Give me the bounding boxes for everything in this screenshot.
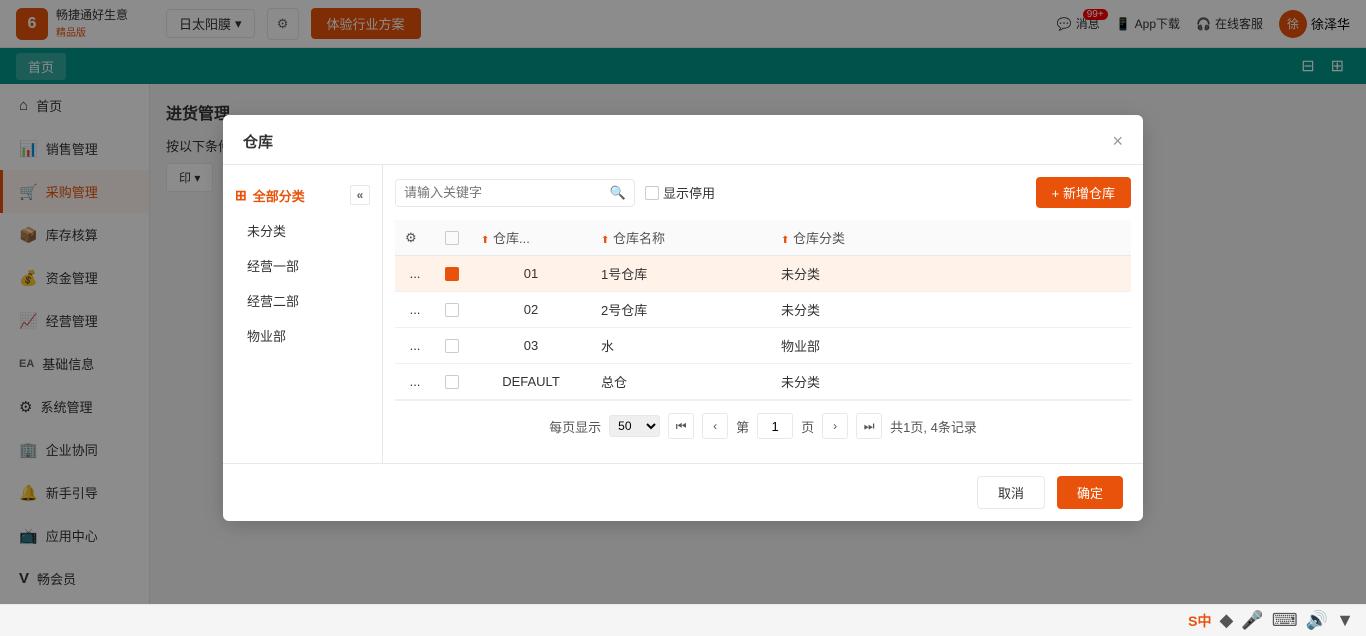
col-category-sort-icon: ⬆ [781, 235, 789, 246]
row-checkbox[interactable] [445, 339, 459, 353]
col-checkbox [435, 220, 471, 256]
row-name: 水 [591, 328, 771, 364]
table-row[interactable]: ... DEFAULT 总仓 未分类 [395, 364, 1131, 400]
row-gear-cell[interactable]: ... [395, 292, 435, 328]
col-code[interactable]: ⬆ 仓库... [471, 220, 591, 256]
search-icon[interactable]: 🔍 [602, 180, 634, 206]
status-s-icon[interactable]: S中 [1188, 611, 1211, 631]
row-name: 总仓 [591, 364, 771, 400]
status-diamond-icon[interactable]: ◆ [1220, 610, 1234, 631]
table-area: 🔍 显示停用 + 新增仓库 ⚙ [383, 165, 1143, 463]
category-property[interactable]: 物业部 [223, 318, 382, 353]
col-name-sort-icon: ⬆ [601, 235, 609, 246]
page-size-select[interactable]: 50 20 100 [609, 415, 660, 437]
category-ops1[interactable]: 经营一部 [223, 248, 382, 283]
row-category: 物业部 [771, 328, 1131, 364]
cancel-button[interactable]: 取消 [977, 476, 1045, 509]
row-code: DEFAULT [471, 364, 591, 400]
row-name: 1号仓库 [591, 256, 771, 292]
select-all-checkbox[interactable] [445, 231, 459, 245]
table-row[interactable]: ... 02 2号仓库 未分类 [395, 292, 1131, 328]
row-code: 03 [471, 328, 591, 364]
table-header-row: ⚙ ⬆ 仓库... ⬆ [395, 220, 1131, 256]
show-disabled-checkbox[interactable] [645, 186, 659, 200]
show-disabled-text: 显示停用 [663, 183, 715, 202]
modal-body: ⊞ 全部分类 « 未分类 经营一部 经营二部 物业部 [223, 165, 1143, 463]
modal-footer: 取消 确定 [223, 463, 1143, 521]
page-label: 第 [736, 417, 749, 436]
row-checkbox-cell[interactable] [435, 364, 471, 400]
warehouse-modal: 仓库 × ⊞ 全部分类 « 未分类 经营一部 经营二部 [223, 115, 1143, 521]
prev-page-button[interactable]: ‹ [702, 413, 728, 439]
collapse-button[interactable]: « [350, 185, 370, 205]
row-category: 未分类 [771, 292, 1131, 328]
search-wrap: 🔍 [395, 179, 635, 207]
category-ops2[interactable]: 经营二部 [223, 283, 382, 318]
category-unclassified[interactable]: 未分类 [223, 213, 382, 248]
modal-close-button[interactable]: × [1112, 131, 1123, 152]
grid-icon: ⊞ [235, 187, 247, 204]
row-checkbox[interactable] [445, 267, 459, 281]
gear-col-icon: ⚙ [405, 230, 417, 245]
page-suffix: 页 [801, 417, 814, 436]
table-row[interactable]: ... 01 1号仓库 未分类 [395, 256, 1131, 292]
next-page-button[interactable]: › [822, 413, 848, 439]
first-page-button[interactable]: ⏮ [668, 413, 694, 439]
table-toolbar: 🔍 显示停用 + 新增仓库 [395, 177, 1131, 208]
all-categories-item[interactable]: ⊞ 全部分类 « [223, 177, 382, 213]
row-checkbox-cell[interactable] [435, 328, 471, 364]
add-warehouse-button[interactable]: + 新增仓库 [1036, 177, 1131, 208]
row-name: 2号仓库 [591, 292, 771, 328]
status-mic-icon[interactable]: 🎤 [1241, 610, 1263, 631]
col-category-label: 仓库分类 [793, 231, 845, 246]
total-info: 共1页, 4条记录 [890, 417, 977, 436]
col-gear: ⚙ [395, 220, 435, 256]
col-name[interactable]: ⬆ 仓库名称 [591, 220, 771, 256]
search-input[interactable] [396, 180, 602, 205]
col-name-label: 仓库名称 [613, 231, 665, 246]
page-size-label: 每页显示 [549, 417, 601, 436]
modal-header: 仓库 × [223, 115, 1143, 165]
row-checkbox-cell[interactable] [435, 292, 471, 328]
table-row[interactable]: ... 03 水 物业部 [395, 328, 1131, 364]
row-category: 未分类 [771, 364, 1131, 400]
col-category[interactable]: ⬆ 仓库分类 [771, 220, 1131, 256]
row-gear-cell[interactable]: ... [395, 256, 435, 292]
row-code: 01 [471, 256, 591, 292]
category-sidebar: ⊞ 全部分类 « 未分类 经营一部 经营二部 物业部 [223, 165, 383, 463]
row-checkbox[interactable] [445, 375, 459, 389]
row-code: 02 [471, 292, 591, 328]
pagination: 每页显示 50 20 100 ⏮ ‹ 第 页 › ⏭ 共1页, 4条记录 [395, 400, 1131, 451]
page-number-input[interactable] [757, 413, 793, 439]
warehouse-table: ⚙ ⬆ 仓库... ⬆ [395, 220, 1131, 400]
row-checkbox-cell[interactable] [435, 256, 471, 292]
table-body: ... 01 1号仓库 未分类 ... 02 2号仓库 未分类 ... 03 水… [395, 256, 1131, 400]
status-chevron-icon[interactable]: ▼ [1336, 610, 1354, 631]
status-keyboard-icon[interactable]: ⌨ [1272, 610, 1298, 631]
row-category: 未分类 [771, 256, 1131, 292]
modal-overlay: 仓库 × ⊞ 全部分类 « 未分类 经营一部 经营二部 [0, 0, 1366, 636]
row-checkbox[interactable] [445, 303, 459, 317]
col-code-sort-icon: ⬆ [481, 235, 489, 246]
row-gear-cell[interactable]: ... [395, 364, 435, 400]
last-page-button[interactable]: ⏭ [856, 413, 882, 439]
confirm-button[interactable]: 确定 [1057, 476, 1123, 509]
col-code-label: 仓库... [493, 231, 530, 246]
status-bar: S中 ◆ 🎤 ⌨ 🔊 ▼ [0, 604, 1366, 636]
all-categories-label: 全部分类 [253, 186, 305, 205]
status-sound-icon[interactable]: 🔊 [1306, 610, 1328, 631]
show-disabled-label[interactable]: 显示停用 [645, 183, 715, 202]
modal-title: 仓库 [243, 131, 273, 152]
row-gear-cell[interactable]: ... [395, 328, 435, 364]
table-scroll-area: ⚙ ⬆ 仓库... ⬆ [395, 220, 1131, 400]
